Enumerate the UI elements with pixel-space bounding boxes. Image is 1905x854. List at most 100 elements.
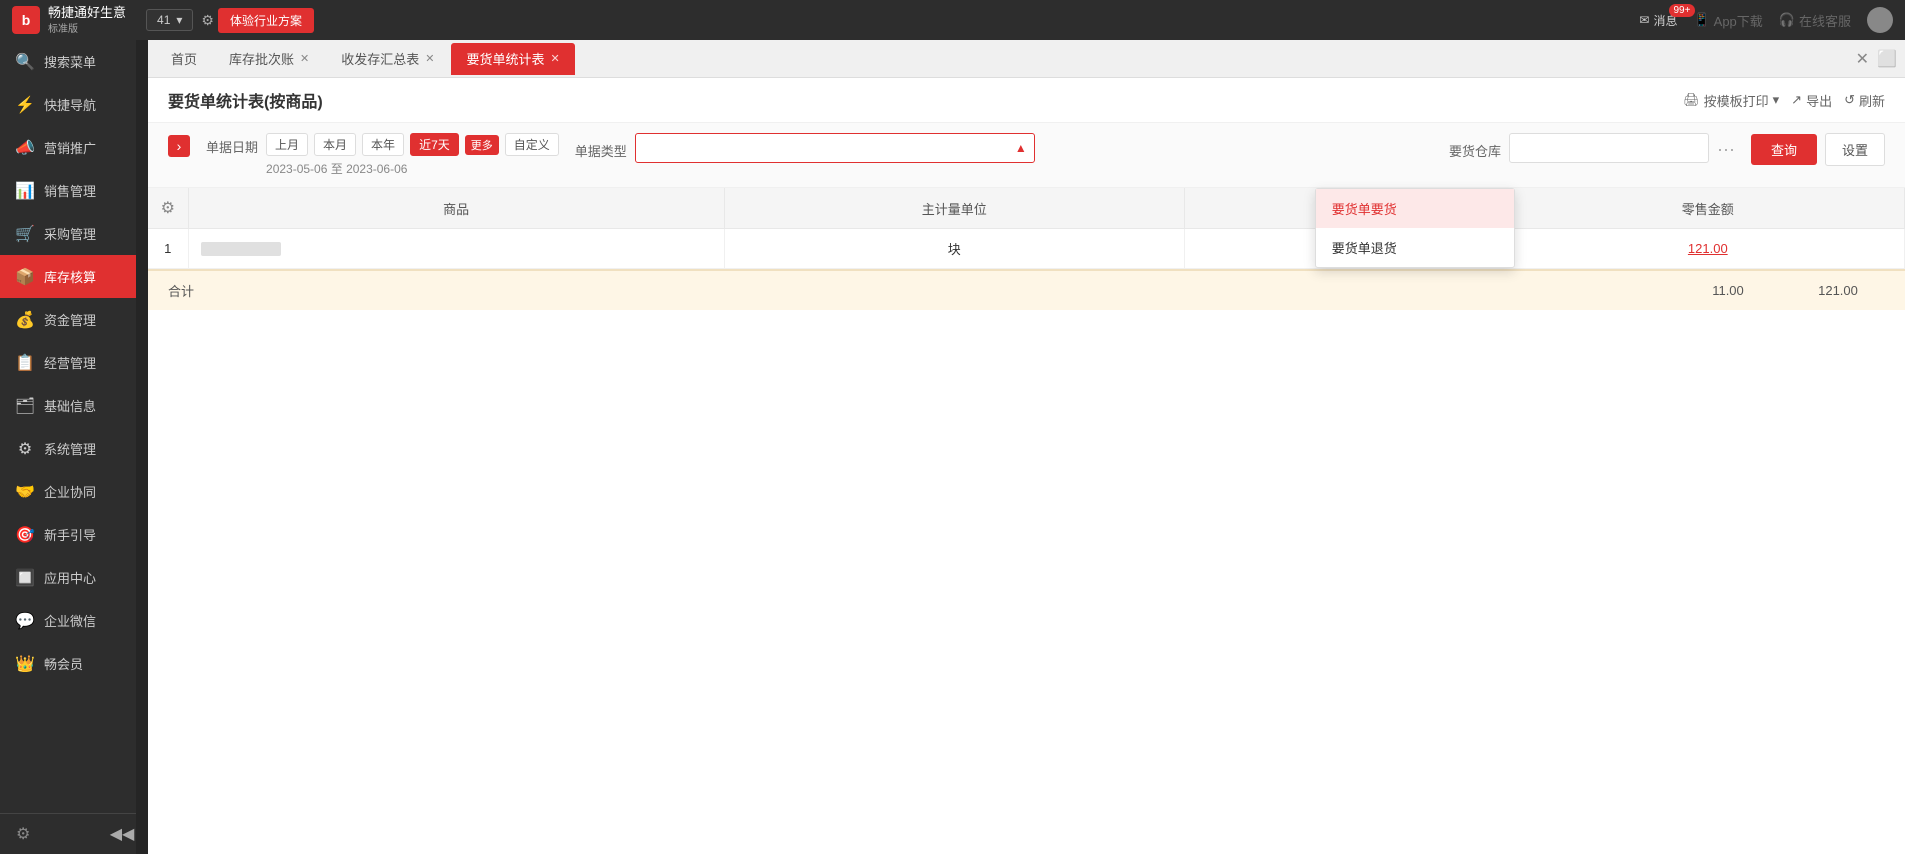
- sidebar-item-search[interactable]: 🔍 搜索菜单: [0, 40, 148, 83]
- sidebar-label-member: 畅会员: [44, 654, 83, 673]
- sidebar-label-wecom: 企业微信: [44, 611, 96, 630]
- dropdown-item-order-return[interactable]: 要货单退货: [1316, 228, 1514, 267]
- user-avatar[interactable]: [1867, 7, 1893, 33]
- date-btn-last-month[interactable]: 上月: [266, 133, 308, 156]
- tab-label-home: 首页: [171, 49, 197, 68]
- sidebar-item-operations[interactable]: 📋 经营管理: [0, 341, 148, 384]
- sidebar-icon-guide: 🎯: [16, 526, 34, 544]
- sidebar-item-basic-info[interactable]: 🗂 基础信息: [0, 384, 148, 427]
- sidebar-item-purchase[interactable]: 🛒 采购管理: [0, 212, 148, 255]
- date-filter-group: 单据日期 上月 本月 本年 近7天 更多 自定义 2023-05-06 至 20…: [206, 133, 559, 177]
- close-tab-receive-summary[interactable]: ✕: [425, 52, 434, 65]
- type-filter-label: 单据类型: [575, 137, 627, 160]
- header-settings-icon[interactable]: ⚙: [201, 12, 214, 29]
- sidebar-icon-search: 🔍: [16, 53, 34, 71]
- sidebar-label-search: 搜索菜单: [44, 52, 96, 71]
- filter-expand-btn[interactable]: ›: [168, 135, 190, 157]
- sidebar-item-marketing[interactable]: 📣 营销推广: [0, 126, 148, 169]
- sidebar-icon-wecom: 💬: [16, 612, 34, 630]
- type-dropdown-popup: 要货单要货 要货单退货: [1315, 188, 1515, 268]
- sidebar-item-app-center[interactable]: 🔲 应用中心: [0, 556, 148, 599]
- logo-area: b 畅捷通好生意 标准版: [12, 5, 126, 36]
- sidebar-item-wecom[interactable]: 💬 企业微信: [0, 599, 148, 642]
- sidebar-label-enterprise: 企业协同: [44, 482, 96, 501]
- warehouse-filter-group: 要货仓库 ⋯: [1449, 133, 1735, 163]
- data-table: ⚙ 商品 主计量单位 主数量 零售金额 1 块 11.00: [148, 188, 1905, 269]
- logo-text-block: 畅捷通好生意 标准版: [48, 5, 126, 36]
- export-btn[interactable]: ↗ 导出: [1791, 91, 1832, 110]
- sidebar-icon-inventory: 📦: [16, 268, 34, 286]
- sidebar-label-quick-nav: 快捷导航: [44, 95, 96, 114]
- cell-amount-0[interactable]: 121.00: [1511, 229, 1904, 269]
- sidebar-label-operations: 经营管理: [44, 353, 96, 372]
- close-tab-batch-account[interactable]: ✕: [300, 52, 309, 65]
- sidebar-settings-icon[interactable]: ⚙: [16, 824, 30, 844]
- page-tab-order-summary[interactable]: 要货单统计表✕: [451, 43, 574, 75]
- sidebar-icon-quick-nav: ⚡: [16, 96, 34, 114]
- date-btn-custom[interactable]: 自定义: [505, 133, 559, 156]
- sidebar-item-enterprise[interactable]: 🤝 企业协同: [0, 470, 148, 513]
- col-amount: 零售金额: [1511, 188, 1904, 229]
- table-header-row: ⚙ 商品 主计量单位 主数量 零售金额: [148, 188, 1905, 229]
- query-button[interactable]: 查询: [1751, 134, 1817, 165]
- sidebar-label-inventory: 库存核算: [44, 267, 96, 286]
- sidebar-item-guide[interactable]: 🎯 新手引导: [0, 513, 148, 556]
- sidebar-scroll: 🔍 搜索菜单 ⚡ 快捷导航 📣 营销推广 📊 销售管理 🛒 采购管理 📦 库存核…: [0, 40, 148, 813]
- sidebar-label-basic-info: 基础信息: [44, 396, 96, 415]
- message-btn[interactable]: ✉ 消息 99+: [1639, 12, 1677, 29]
- footer-total-label: 合计: [168, 284, 194, 299]
- app-download-btn[interactable]: 📱 App下载: [1693, 11, 1762, 30]
- sidebar-item-system[interactable]: ⚙ 系统管理: [0, 427, 148, 470]
- date-btn-more[interactable]: 更多: [465, 135, 499, 155]
- export-icon: ↗: [1791, 92, 1802, 108]
- header-tab-num[interactable]: 41 ▾: [146, 9, 193, 31]
- sidebar-collapse-btn[interactable]: ◀◀: [112, 824, 132, 844]
- type-select-wrapper: ▲ 要货单要货 要货单退货: [635, 133, 1035, 163]
- table-settings-icon[interactable]: ⚙: [161, 200, 175, 217]
- sidebar-icon-marketing: 📣: [16, 139, 34, 157]
- col-unit: 主计量单位: [724, 188, 1184, 229]
- date-btn-this-year[interactable]: 本年: [362, 133, 404, 156]
- main-layout: 🔍 搜索菜单 ⚡ 快捷导航 📣 营销推广 📊 销售管理 🛒 采购管理 📦 库存核…: [0, 40, 1905, 854]
- cell-no-0: 1: [148, 229, 188, 269]
- sidebar-icon-member: 👑: [16, 655, 34, 673]
- trial-button[interactable]: 体验行业方案: [218, 8, 314, 33]
- sidebar-item-quick-nav[interactable]: ⚡ 快捷导航: [0, 83, 148, 126]
- page-tab-batch-account[interactable]: 库存批次账 ✕: [214, 43, 324, 75]
- refresh-btn[interactable]: ↺ 刷新: [1844, 91, 1885, 110]
- online-service-btn[interactable]: 🎧 在线客服: [1779, 11, 1851, 30]
- close-window-icon[interactable]: ✕: [1856, 49, 1869, 69]
- page-tab-home[interactable]: 首页: [156, 43, 212, 75]
- date-btn-this-month[interactable]: 本月: [314, 133, 356, 156]
- app-sub: 标准版: [48, 20, 126, 35]
- window-controls: ✕ ⬜: [1856, 49, 1897, 69]
- top-header: b 畅捷通好生意 标准版 41 ▾ ⚙ 体验行业方案 ✉ 消息 99+ 📱 Ap…: [0, 0, 1905, 40]
- app-download-label: App下载: [1714, 11, 1763, 30]
- col-product: 商品: [188, 188, 724, 229]
- warehouse-select-wrapper: [1509, 133, 1709, 163]
- page-tab-receive-summary[interactable]: 收发存汇总表✕: [326, 43, 449, 75]
- settings-button[interactable]: 设置: [1825, 133, 1885, 166]
- warehouse-more-btn[interactable]: ⋯: [1717, 136, 1735, 161]
- type-select-input[interactable]: [635, 133, 1035, 163]
- dropdown-item-order-goods[interactable]: 要货单要货: [1316, 189, 1514, 228]
- header-right: ✉ 消息 99+ 📱 App下载 🎧 在线客服: [1639, 7, 1893, 33]
- warehouse-select-input[interactable]: [1509, 133, 1709, 163]
- sidebar-item-finance[interactable]: 💰 资金管理: [0, 298, 148, 341]
- cell-product-0: [188, 229, 724, 269]
- sidebar-item-member[interactable]: 👑 畅会员: [0, 642, 148, 685]
- sidebar-icon-finance: 💰: [16, 311, 34, 329]
- tab-label-batch-account: 库存批次账: [229, 49, 294, 68]
- message-badge: 99+: [1669, 4, 1696, 17]
- close-tab-order-summary[interactable]: ✕: [551, 52, 560, 65]
- sidebar-item-inventory[interactable]: 📦 库存核算: [0, 255, 148, 298]
- date-filter-label: 单据日期: [206, 133, 258, 156]
- print-btn[interactable]: 🖨 按模板打印 ▾: [1683, 91, 1779, 110]
- sidebar-label-marketing: 营销推广: [44, 138, 96, 157]
- sidebar-item-sales[interactable]: 📊 销售管理: [0, 169, 148, 212]
- sidebar-icon-enterprise: 🤝: [16, 483, 34, 501]
- date-btn-7days[interactable]: 近7天: [410, 133, 459, 156]
- restore-window-icon[interactable]: ⬜: [1877, 49, 1897, 69]
- print-icon: 🖨: [1683, 92, 1700, 108]
- sidebar-icon-app-center: 🔲: [16, 569, 34, 587]
